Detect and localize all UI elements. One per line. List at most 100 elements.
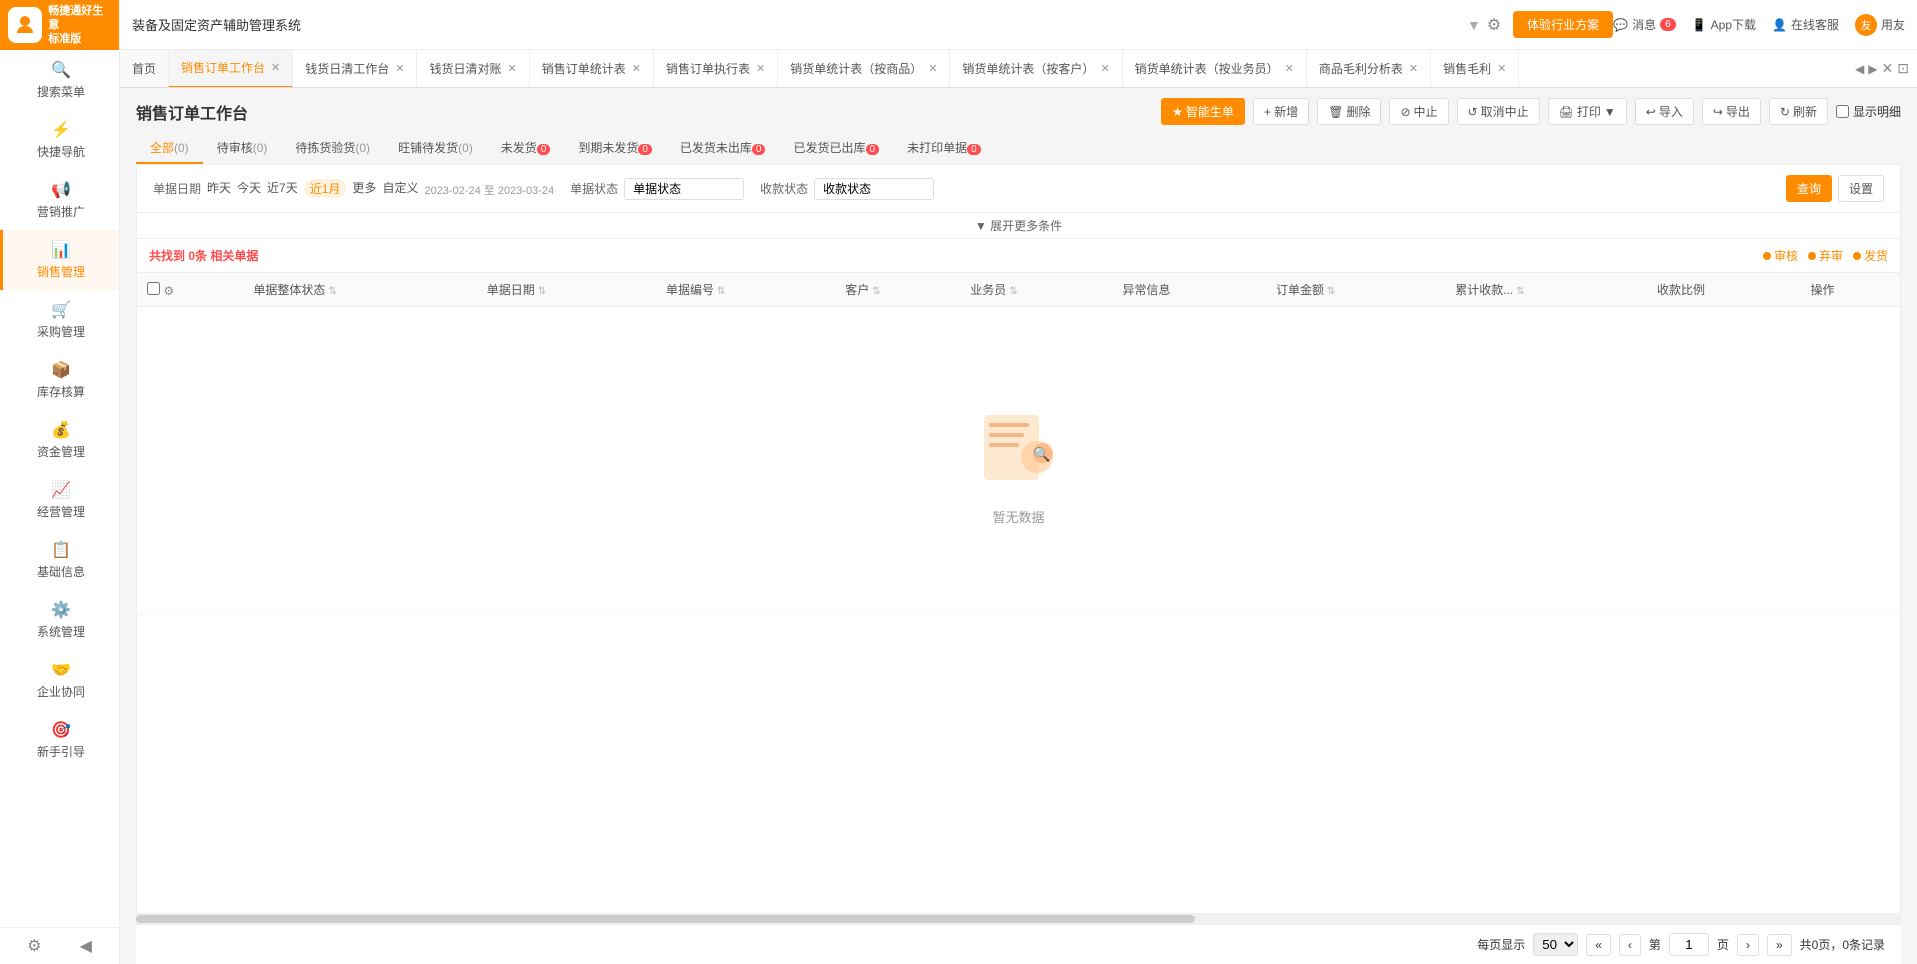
date-link-自定义[interactable]: 自定义 bbox=[382, 179, 418, 198]
tab-sales-detail[interactable]: 销售毛利✕ bbox=[1431, 50, 1519, 88]
sidebar-item-operations[interactable]: 📈 经营管理 bbox=[0, 470, 119, 530]
sidebar-item-inventory[interactable]: 📦 库存核算 bbox=[0, 350, 119, 410]
delete-button[interactable]: 🗑 删除 bbox=[1317, 98, 1381, 125]
tab-close-sales-stat[interactable]: ✕ bbox=[632, 62, 641, 75]
col-amount[interactable]: 订单金额⇅ bbox=[1266, 273, 1445, 307]
add-button[interactable]: + 新增 bbox=[1253, 98, 1309, 125]
horizontal-scrollbar[interactable] bbox=[136, 914, 1901, 924]
tab-close-sales-workbench[interactable]: ✕ bbox=[271, 61, 280, 74]
sort-icon-customer[interactable]: ⇅ bbox=[872, 286, 880, 297]
next-page[interactable]: › bbox=[1737, 934, 1759, 956]
sidebar-item-purchase[interactable]: 🛒 采购管理 bbox=[0, 290, 119, 350]
scrollbar-thumb[interactable] bbox=[136, 915, 1195, 923]
date-link-今天[interactable]: 今天 bbox=[237, 179, 261, 198]
smart-create-button[interactable]: ★ 智能生单 bbox=[1161, 98, 1245, 125]
tab-cash-daily[interactable]: 钱货日清工作台✕ bbox=[293, 50, 417, 88]
show-detail-input[interactable] bbox=[1836, 105, 1849, 118]
tab-cash-reconcile[interactable]: 钱货日清对账✕ bbox=[417, 50, 529, 88]
review-btn[interactable]: 审核 bbox=[1763, 247, 1798, 264]
col-staff[interactable]: 业务员⇅ bbox=[960, 273, 1112, 307]
solution-button[interactable]: 体验行业方案 bbox=[1513, 11, 1613, 38]
date-link-更多[interactable]: 更多 bbox=[352, 179, 376, 198]
tab-sales-by-product[interactable]: 销货单统计表（按商品）✕ bbox=[778, 50, 950, 88]
per-page-select[interactable]: 50 bbox=[1533, 933, 1578, 956]
message-action[interactable]: 💬 消息 6 bbox=[1613, 16, 1676, 33]
export-button[interactable]: ↪ 导出 bbox=[1702, 98, 1761, 125]
tab-close-gross-profit[interactable]: ✕ bbox=[1409, 62, 1418, 75]
app-download-action[interactable]: 📱 App下载 bbox=[1692, 16, 1756, 33]
prev-page[interactable]: ‹ bbox=[1619, 934, 1641, 956]
tab-close-cash-daily[interactable]: ✕ bbox=[395, 62, 404, 75]
status-select[interactable]: 单据状态 bbox=[624, 178, 744, 200]
sort-icon-date[interactable]: ⇅ bbox=[538, 286, 546, 297]
tab-close-sales-exec[interactable]: ✕ bbox=[756, 62, 765, 75]
refresh-button[interactable]: ↻ 刷新 bbox=[1769, 98, 1828, 125]
tab-gross-profit[interactable]: 商品毛利分析表✕ bbox=[1307, 50, 1431, 88]
user-action[interactable]: 友 用友 bbox=[1855, 14, 1905, 36]
filter-tab-pending-review[interactable]: 待审核(0) bbox=[203, 133, 282, 164]
tab-sales-exec[interactable]: 销售订单执行表✕ bbox=[654, 50, 778, 88]
col-date[interactable]: 单据日期⇅ bbox=[477, 273, 656, 307]
sidebar-item-marketing[interactable]: 📢 营销推广 bbox=[0, 170, 119, 230]
tab-scroll-right[interactable]: ▶ bbox=[1868, 62, 1877, 76]
sort-icon-received[interactable]: ⇅ bbox=[1516, 286, 1524, 297]
sort-icon-number[interactable]: ⇅ bbox=[717, 286, 725, 297]
tab-scroll-left[interactable]: ◀ bbox=[1855, 62, 1864, 76]
page-input[interactable] bbox=[1669, 933, 1709, 956]
col-customer[interactable]: 客户⇅ bbox=[835, 273, 960, 307]
abort-button[interactable]: ⊘ 中止 bbox=[1389, 98, 1448, 125]
gear-settings-icon[interactable]: ⚙ bbox=[1487, 15, 1501, 35]
tab-close-cash-reconcile[interactable]: ✕ bbox=[508, 62, 517, 75]
show-detail-checkbox[interactable]: 显示明细 bbox=[1836, 103, 1901, 120]
sidebar-item-search[interactable]: 🔍 搜索菜单 bbox=[0, 50, 119, 110]
select-all-checkbox[interactable] bbox=[147, 282, 160, 295]
sort-icon-status[interactable]: ⇅ bbox=[328, 286, 336, 297]
filter-settings-button[interactable]: 设置 bbox=[1838, 175, 1884, 202]
filter-tab-expired-not-shipped[interactable]: 到期未发货0 bbox=[564, 133, 666, 164]
filter-tab-pending-inspect[interactable]: 待拣货验货(0) bbox=[281, 133, 384, 164]
tab-close-sales-by-staff[interactable]: ✕ bbox=[1285, 62, 1294, 75]
cancel-abort-button[interactable]: ↺ 取消中止 bbox=[1457, 98, 1540, 125]
unreviewed-btn[interactable]: 弃审 bbox=[1808, 247, 1843, 264]
sort-icon-amount[interactable]: ⇅ bbox=[1327, 286, 1335, 297]
filter-tab-all[interactable]: 全部(0) bbox=[136, 133, 203, 164]
filter-tab-not-shipped[interactable]: 未发货0 bbox=[487, 133, 565, 164]
collapse-icon[interactable]: ◀ bbox=[80, 936, 92, 956]
date-link-昨天[interactable]: 昨天 bbox=[207, 179, 231, 198]
sidebar-item-enterprise[interactable]: 🤝 企业协同 bbox=[0, 650, 119, 710]
col-status[interactable]: 单据整体状态⇅ bbox=[243, 273, 476, 307]
online-service-action[interactable]: 👤 在线客服 bbox=[1772, 16, 1839, 33]
ship-btn[interactable]: 发货 bbox=[1853, 247, 1888, 264]
sidebar-item-system[interactable]: ⚙️ 系统管理 bbox=[0, 590, 119, 650]
sort-icon-staff[interactable]: ⇅ bbox=[1009, 286, 1017, 297]
tab-sales-by-customer[interactable]: 销货单统计表（按客户）✕ bbox=[950, 50, 1122, 88]
tab-close-sales-by-customer[interactable]: ✕ bbox=[1100, 62, 1109, 75]
query-button[interactable]: 查询 bbox=[1786, 175, 1832, 202]
tab-close-sales-by-product[interactable]: ✕ bbox=[928, 62, 937, 75]
tab-sales-by-staff[interactable]: 销货单统计表（按业务员）✕ bbox=[1123, 50, 1307, 88]
col-settings-icon[interactable]: ⚙ bbox=[163, 284, 174, 298]
tab-close-all[interactable]: ✕ bbox=[1882, 60, 1894, 77]
tab-home[interactable]: 首页 bbox=[120, 50, 169, 88]
print-button[interactable]: 🖨 打印 ▼ bbox=[1548, 98, 1627, 125]
date-link-近1月[interactable]: 近1月 bbox=[304, 179, 347, 198]
expand-conditions[interactable]: ▼ 展开更多条件 bbox=[136, 213, 1901, 239]
col-received[interactable]: 累计收款...⇅ bbox=[1445, 273, 1647, 307]
payment-select[interactable]: 收款状态 bbox=[814, 178, 934, 200]
sidebar-item-newbie[interactable]: 🎯 新手引导 bbox=[0, 710, 119, 770]
sidebar-item-sales[interactable]: 📊 销售管理 bbox=[0, 230, 119, 290]
import-button[interactable]: ↩ 导入 bbox=[1635, 98, 1694, 125]
col-number[interactable]: 单据编号⇅ bbox=[656, 273, 835, 307]
filter-tab-wangpu-ship[interactable]: 旺铺待发货(0) bbox=[384, 133, 487, 164]
settings-icon[interactable]: ⚙ bbox=[27, 936, 41, 956]
tab-close-sales-detail[interactable]: ✕ bbox=[1497, 62, 1506, 75]
filter-tab-shipped-out[interactable]: 已发货已出库0 bbox=[779, 133, 893, 164]
filter-tab-shipped-not-out[interactable]: 已发货未出库0 bbox=[666, 133, 780, 164]
sidebar-item-quick-nav[interactable]: ⚡ 快捷导航 bbox=[0, 110, 119, 170]
sidebar-item-finance[interactable]: 💰 资金管理 bbox=[0, 410, 119, 470]
date-link-近7天[interactable]: 近7天 bbox=[267, 179, 298, 198]
sidebar-item-basic-info[interactable]: 📋 基础信息 bbox=[0, 530, 119, 590]
tab-sales-stat[interactable]: 销售订单统计表✕ bbox=[530, 50, 654, 88]
tab-sales-workbench[interactable]: 销售订单工作台✕ bbox=[169, 50, 293, 88]
filter-tab-not-printed[interactable]: 未打印单据0 bbox=[893, 133, 995, 164]
